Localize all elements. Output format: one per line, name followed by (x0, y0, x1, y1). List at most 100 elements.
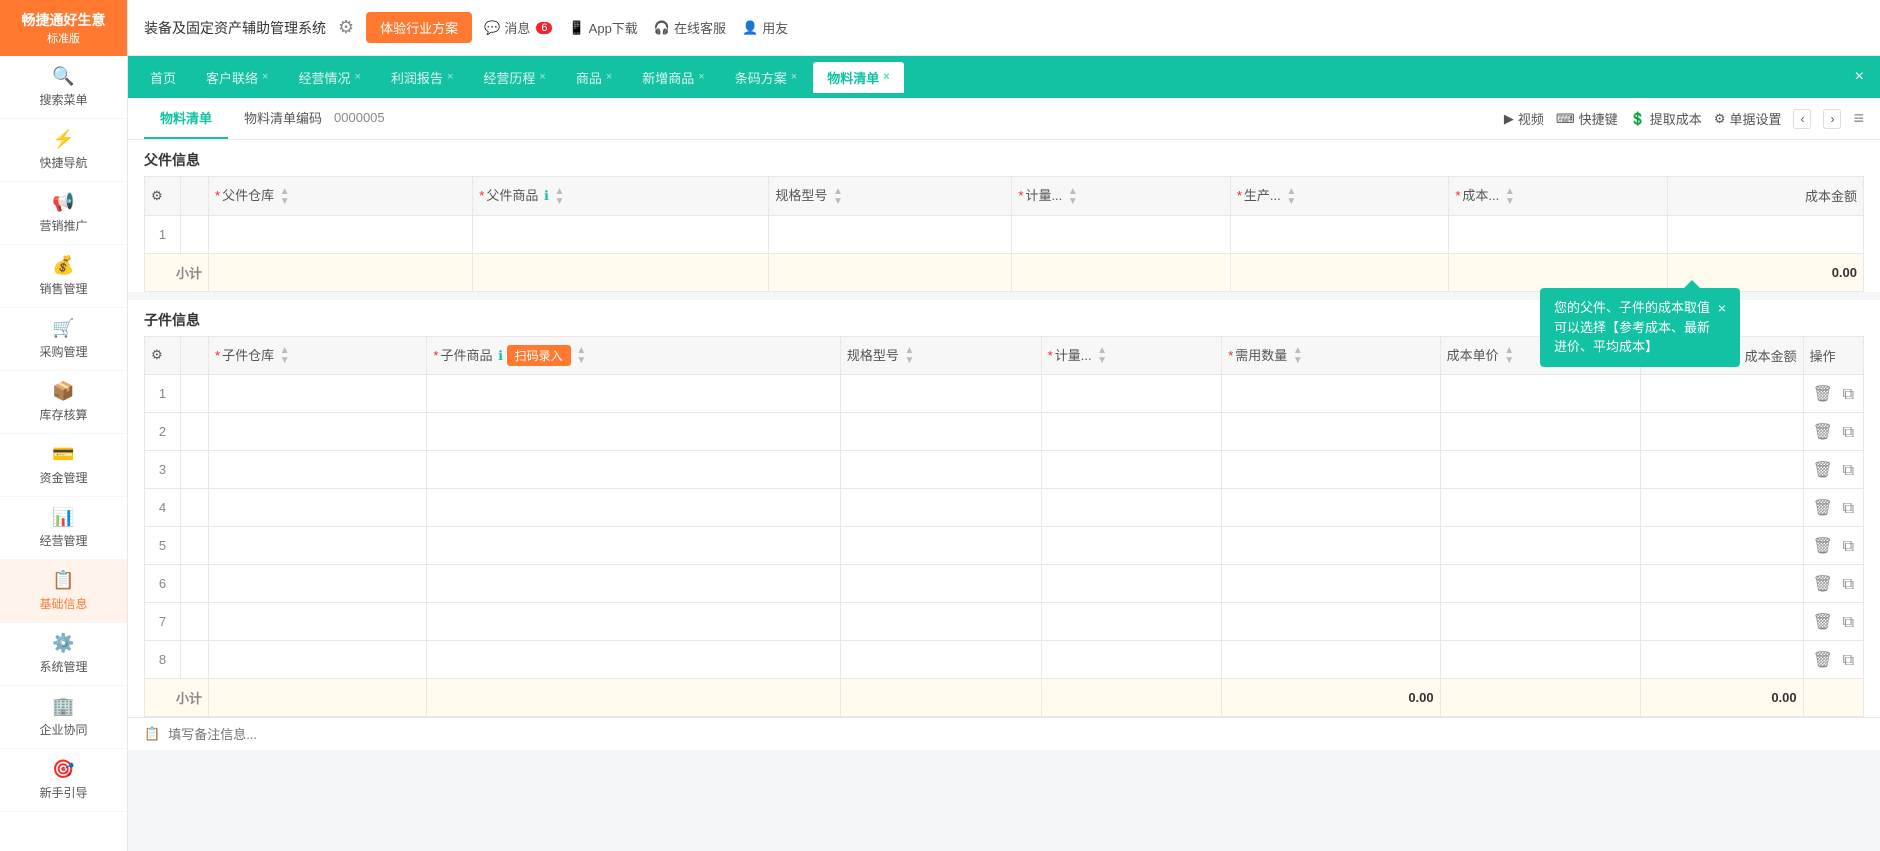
operations-icon: 📊 (52, 507, 74, 528)
copy-row-button[interactable]: ⧉ (1840, 538, 1857, 556)
parent-cell-product[interactable] (473, 215, 769, 253)
child-cell-unit-cost[interactable] (1440, 375, 1641, 413)
parent-table: ⚙ *父件仓库 ▲▼ *父件商品 ℹ ▲▼ 规格型号 ▲▼ (144, 176, 1864, 292)
parent-section-title: 父件信息 (144, 140, 1864, 176)
video-action[interactable]: ▶ 视频 (1504, 109, 1544, 128)
delete-row-button[interactable]: 🗑 (1810, 422, 1836, 442)
parent-cell-cost[interactable] (1449, 215, 1667, 253)
delete-row-button[interactable]: 🗑 (1810, 574, 1836, 594)
parent-col-cost: *成本... ▲▼ (1449, 177, 1667, 216)
copy-row-button[interactable]: ⧉ (1840, 614, 1857, 632)
sidebar-item-guide[interactable]: 🎯 新手引导 (0, 749, 127, 812)
shortcut-icon: ⌨ (1556, 111, 1575, 127)
tab-bom[interactable]: 物料清单 × (813, 62, 903, 93)
tab-close-icon[interactable]: × (262, 71, 268, 83)
trial-button[interactable]: 体验行业方案 (366, 12, 472, 43)
delete-row-button[interactable]: 🗑 (1810, 384, 1836, 404)
shortcut-action[interactable]: ⌨ 快捷键 (1556, 109, 1618, 128)
marketing-icon: 📢 (52, 192, 74, 213)
tab-close-icon[interactable]: × (354, 71, 360, 83)
tab-profit[interactable]: 利润报告 × (377, 62, 467, 93)
tab-close-icon[interactable]: × (698, 71, 704, 83)
user-item[interactable]: 👤 用友 (742, 18, 788, 37)
copy-row-button[interactable]: ⧉ (1840, 576, 1857, 594)
delete-row-button[interactable]: 🗑 (1810, 498, 1836, 518)
sub-tab-actions: ▶ 视频 ⌨ 快捷键 💲 提取成本 ⚙ 单据设置 ‹ › ≡ (1504, 108, 1864, 129)
tab-customers[interactable]: 客户联络 × (192, 62, 282, 93)
sidebar-item-purchase[interactable]: 🛒 采购管理 (0, 308, 127, 371)
bottom-bar: 📋 (128, 717, 1880, 750)
copy-row-button[interactable]: ⧉ (1840, 386, 1857, 404)
notes-input[interactable] (168, 727, 1864, 742)
message-item[interactable]: 💬 消息 6 (484, 18, 552, 37)
prev-arrow-button[interactable]: ‹ (1793, 109, 1811, 129)
delete-row-button[interactable]: 🗑 (1810, 612, 1836, 632)
delete-row-button[interactable]: 🗑 (1810, 460, 1836, 480)
sidebar-item-system[interactable]: ⚙️ 系统管理 (0, 623, 127, 686)
copy-row-button[interactable]: ⧉ (1840, 462, 1857, 480)
parent-col-settings[interactable]: ⚙ (145, 177, 181, 216)
sidebar-item-quick-nav[interactable]: ⚡ 快捷导航 (0, 119, 127, 182)
tab-close-icon[interactable]: × (883, 71, 889, 83)
child-cell-unit[interactable] (1041, 375, 1222, 413)
child-subtotal-row: 小计 0.00 0.00 (145, 679, 1864, 717)
table-row: 8 🗑 ⧉ (145, 641, 1864, 679)
delete-row-button[interactable]: 🗑 (1810, 650, 1836, 670)
sidebar-item-operations[interactable]: 📊 经营管理 (0, 497, 127, 560)
copy-row-button[interactable]: ⧉ (1840, 424, 1857, 442)
tab-operations[interactable]: 经营情况 × (284, 62, 374, 93)
parent-cell-amount (1667, 215, 1863, 253)
delete-row-button[interactable]: 🗑 (1810, 536, 1836, 556)
tab-close-icon[interactable]: × (447, 71, 453, 83)
parent-cell-unit[interactable] (1012, 215, 1230, 253)
tab-history[interactable]: 经营历程 × (469, 62, 559, 93)
sub-tabs: 物料清单 物料清单编码 0000005 ▶ 视频 ⌨ 快捷键 💲 提取成本 ⚙ … (128, 98, 1880, 140)
child-cell-spec[interactable] (840, 375, 1041, 413)
table-row: 1 🗑 ⧉ (145, 375, 1864, 413)
scan-button[interactable]: 扫码录入 (507, 345, 571, 366)
sidebar-item-sales[interactable]: 💰 销售管理 (0, 245, 127, 308)
sidebar-item-basic-info[interactable]: 📋 基础信息 (0, 560, 127, 623)
sidebar: 畅捷通好生意 标准版 🔍 搜索菜单 ⚡ 快捷导航 📢 营销推广 💰 销售管理 🛒… (0, 0, 128, 851)
child-col-warehouse: *子件仓库 ▲▼ (209, 336, 427, 375)
sidebar-item-label: 库存核算 (39, 406, 87, 423)
sidebar-item-marketing[interactable]: 📢 营销推广 (0, 182, 127, 245)
cost-tooltip: × 您的父件、子件的成本取值可以选择【参考成本、最新进价、平均成本】 (1540, 288, 1740, 367)
tab-barcode[interactable]: 条码方案 × (721, 62, 811, 93)
sidebar-item-search[interactable]: 🔍 搜索菜单 (0, 56, 127, 119)
settings-icon: ⚙ (1714, 111, 1726, 127)
tab-new-goods[interactable]: 新增商品 × (628, 62, 718, 93)
app-download-item[interactable]: 📱 App下载 (568, 18, 637, 37)
tab-goods[interactable]: 商品 × (562, 62, 626, 93)
online-service-item[interactable]: 🎧 在线客服 (654, 18, 726, 37)
tab-close-icon[interactable]: × (791, 71, 797, 83)
close-all-tabs[interactable]: × (1847, 68, 1872, 86)
parent-cell-production[interactable] (1230, 215, 1448, 253)
sub-tab-bom-code[interactable]: 物料清单编码 0000005 (228, 98, 401, 139)
tooltip-close-button[interactable]: × (1718, 298, 1726, 319)
top-header: 装备及固定资产辅助管理系统 ⚙ 体验行业方案 💬 消息 6 📱 App下载 🎧 … (128, 0, 1880, 56)
sidebar-item-enterprise[interactable]: 🏢 企业协同 (0, 686, 127, 749)
child-cell-warehouse[interactable] (209, 375, 427, 413)
next-arrow-button[interactable]: › (1823, 109, 1841, 129)
sidebar-item-inventory[interactable]: 📦 库存核算 (0, 371, 127, 434)
copy-row-button[interactable]: ⧉ (1840, 652, 1857, 670)
tab-home[interactable]: 首页 (136, 62, 190, 93)
sub-tab-bom-list[interactable]: 物料清单 (144, 98, 228, 139)
cost-action[interactable]: 💲 提取成本 (1630, 109, 1702, 128)
sidebar-logo: 畅捷通好生意 标准版 (0, 0, 127, 56)
sidebar-item-finance[interactable]: 💳 资金管理 (0, 434, 127, 497)
parent-cell-warehouse[interactable] (209, 215, 473, 253)
child-cell-product[interactable] (427, 375, 840, 413)
parent-col-sort (181, 177, 209, 216)
gear-button[interactable]: ⚙ (338, 17, 354, 38)
child-cell-qty[interactable] (1222, 375, 1440, 413)
copy-row-button[interactable]: ⧉ (1840, 500, 1857, 518)
tab-close-icon[interactable]: × (606, 71, 612, 83)
app-download-label: App下载 (589, 18, 638, 37)
child-col-settings[interactable]: ⚙ (145, 336, 181, 375)
parent-cell-spec[interactable] (769, 215, 1012, 253)
single-settings-action[interactable]: ⚙ 单据设置 (1714, 109, 1782, 128)
finance-icon: 💳 (52, 444, 74, 465)
tab-close-icon[interactable]: × (539, 71, 545, 83)
